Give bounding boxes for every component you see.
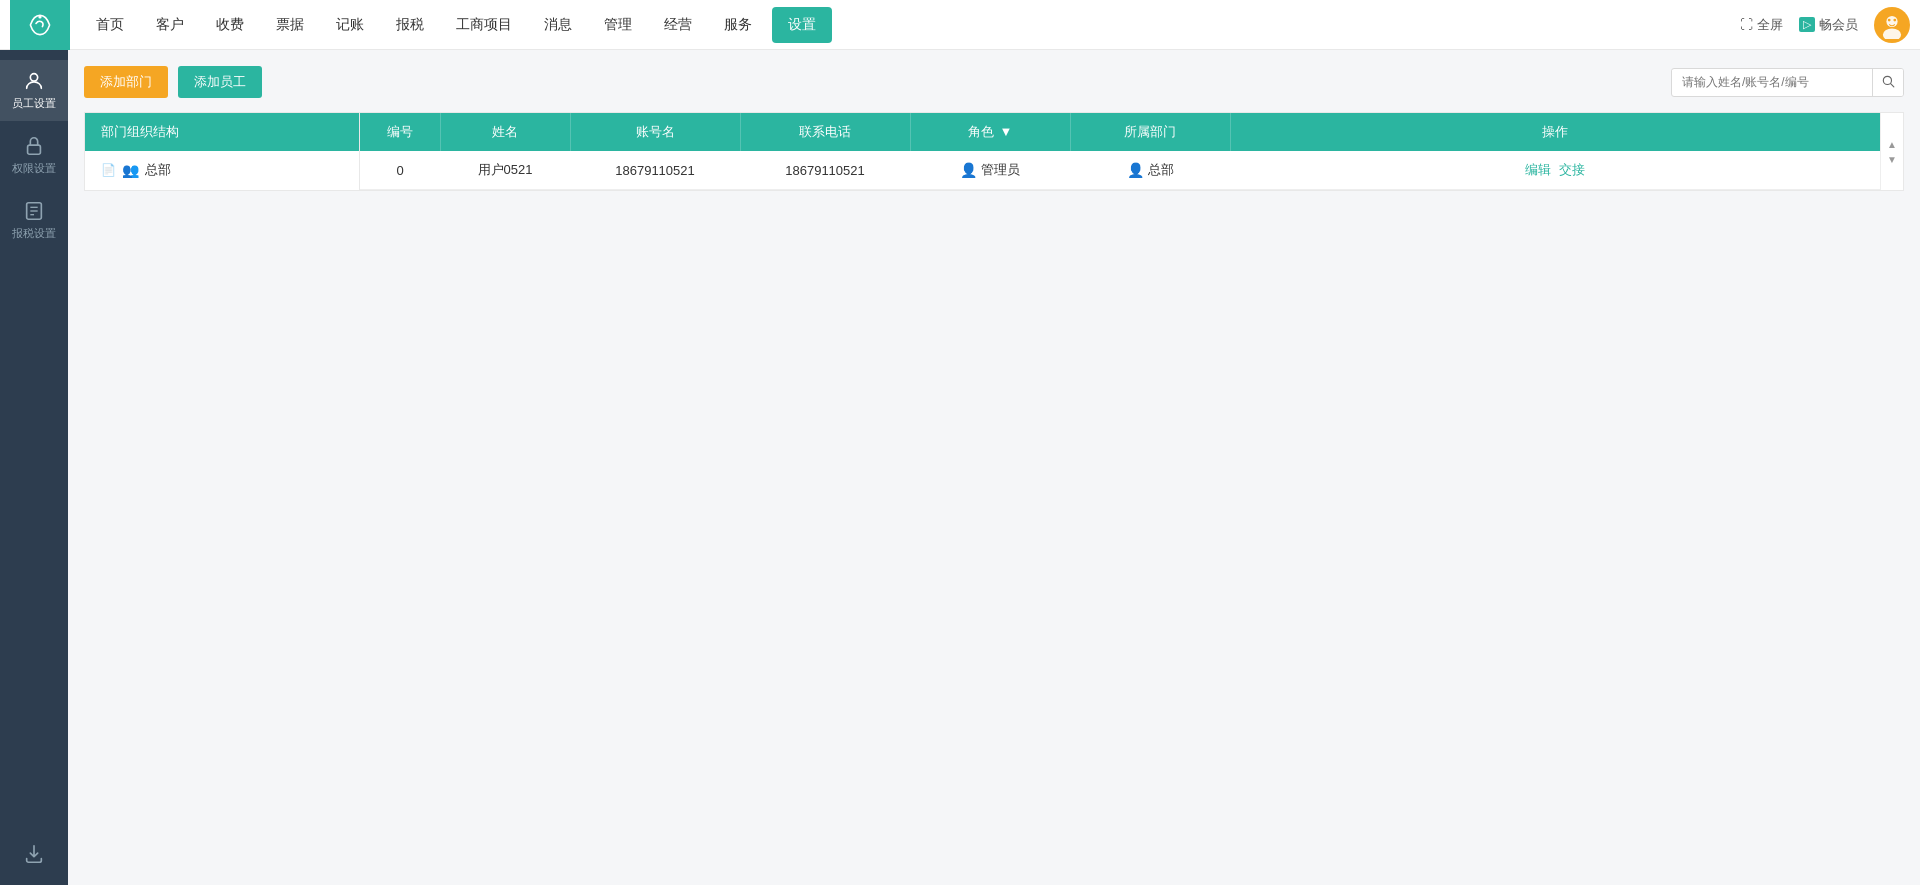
action-交接[interactable]: 交接 [1559, 162, 1585, 177]
member-icon: ▷ [1799, 17, 1815, 32]
fullscreen-icon: ⛶ [1740, 17, 1753, 32]
member-label: 畅会员 [1819, 16, 1858, 34]
tax-icon [23, 200, 45, 222]
dept-tree-header: 部门组织结构 [85, 113, 359, 151]
dept-tree: 部门组织结构 📄 👥 总部 [85, 113, 360, 190]
sidebar-item-download[interactable] [0, 833, 68, 875]
action-编辑[interactable]: 编辑 [1525, 162, 1551, 177]
table-area: 部门组织结构 📄 👥 总部 编号 姓名 账号名 联系电话 [84, 112, 1904, 191]
add-emp-button[interactable]: 添加员工 [178, 66, 262, 98]
svg-point-0 [38, 15, 41, 18]
sidebar-label-permission: 权限设置 [12, 161, 56, 176]
svg-point-3 [1888, 18, 1891, 21]
col-id: 编号 [360, 113, 440, 151]
svg-rect-6 [28, 145, 41, 154]
download-icon [23, 843, 45, 865]
nav-item-首页[interactable]: 首页 [80, 0, 140, 50]
nav-item-消息[interactable]: 消息 [528, 0, 588, 50]
nav-item-设置[interactable]: 设置 [772, 7, 832, 43]
sidebar-label-employee: 员工设置 [12, 96, 56, 111]
user-group-icon: 👥 [122, 162, 139, 178]
scroll-up-arrow[interactable]: ▲ [1885, 137, 1899, 152]
nav-item-记账[interactable]: 记账 [320, 0, 380, 50]
add-dept-button[interactable]: 添加部门 [84, 66, 168, 98]
svg-point-4 [1893, 18, 1896, 21]
col-name: 姓名 [440, 113, 570, 151]
search-input[interactable] [1672, 70, 1872, 94]
svg-point-5 [30, 74, 37, 81]
search-box [1671, 68, 1904, 97]
nav-right-area: ⛶ 全屏 ▷ 畅会员 [1740, 7, 1910, 43]
sidebar: 员工设置 权限设置 报税设置 [0, 50, 68, 885]
emp-table: 编号 姓名 账号名 联系电话 角色 ▼ 所属部门 操作 [360, 113, 1880, 190]
cell-account: 18679110521 [570, 151, 740, 190]
col-dept: 所属部门 [1070, 113, 1230, 151]
nav-item-票据[interactable]: 票据 [260, 0, 320, 50]
user-avatar[interactable] [1874, 7, 1910, 43]
filter-icon[interactable]: ▼ [999, 124, 1012, 139]
cell-name: 用户0521 [440, 151, 570, 190]
fullscreen-button[interactable]: ⛶ 全屏 [1740, 16, 1783, 34]
fullscreen-label: 全屏 [1757, 16, 1783, 34]
top-navigation: 首页客户收费票据记账报税工商项目消息管理经营服务设置 ⛶ 全屏 ▷ 畅会员 [0, 0, 1920, 50]
svg-point-2 [1883, 28, 1901, 39]
toolbar: 添加部门 添加员工 [84, 66, 1904, 98]
table-row: 0 用户0521 18679110521 18679110521 👤 管理员 👤… [360, 151, 1880, 190]
scroll-arrows: ▲ ▼ [1880, 113, 1903, 190]
svg-line-12 [1891, 83, 1894, 86]
dept-user-icon: 👤 [1127, 162, 1144, 178]
col-phone: 联系电话 [740, 113, 910, 151]
cell-actions: 编辑交接 [1230, 151, 1880, 190]
dept-tree-item[interactable]: 📄 👥 总部 [85, 151, 359, 189]
sidebar-bottom [0, 833, 68, 885]
search-button[interactable] [1872, 69, 1903, 96]
sidebar-label-tax: 报税设置 [12, 226, 56, 241]
main-content: 添加部门 添加员工 部门组织结构 📄 👥 总部 [68, 50, 1920, 885]
dept-name: 总部 [145, 161, 171, 179]
nav-item-工商项目[interactable]: 工商项目 [440, 0, 528, 50]
main-layout: 员工设置 权限设置 报税设置 [0, 50, 1920, 885]
nav-item-管理[interactable]: 管理 [588, 0, 648, 50]
search-icon [1881, 74, 1895, 88]
nav-item-服务[interactable]: 服务 [708, 0, 768, 50]
nav-menu: 首页客户收费票据记账报税工商项目消息管理经营服务设置 [80, 0, 836, 50]
cell-dept: 👤 总部 [1070, 151, 1230, 190]
scroll-down-arrow[interactable]: ▼ [1885, 152, 1899, 167]
sidebar-item-employee[interactable]: 员工设置 [0, 60, 68, 121]
nav-item-经营[interactable]: 经营 [648, 0, 708, 50]
col-account: 账号名 [570, 113, 740, 151]
logo [10, 0, 70, 50]
col-role-label: 角色 [968, 124, 994, 139]
employee-icon [23, 70, 45, 92]
nav-item-客户[interactable]: 客户 [140, 0, 200, 50]
sidebar-item-tax[interactable]: 报税设置 [0, 190, 68, 251]
cell-phone: 18679110521 [740, 151, 910, 190]
cell-role: 👤 管理员 [910, 151, 1070, 190]
cell-id: 0 [360, 151, 440, 190]
col-action: 操作 [1230, 113, 1880, 151]
table-header-row: 编号 姓名 账号名 联系电话 角色 ▼ 所属部门 操作 [360, 113, 1880, 151]
role-user-icon: 👤 [960, 162, 977, 178]
member-button[interactable]: ▷ 畅会员 [1799, 16, 1858, 34]
permission-icon [23, 135, 45, 157]
nav-item-收费[interactable]: 收费 [200, 0, 260, 50]
sidebar-item-permission[interactable]: 权限设置 [0, 125, 68, 186]
nav-item-报税[interactable]: 报税 [380, 0, 440, 50]
file-icon: 📄 [101, 163, 116, 177]
col-role: 角色 ▼ [910, 113, 1070, 151]
